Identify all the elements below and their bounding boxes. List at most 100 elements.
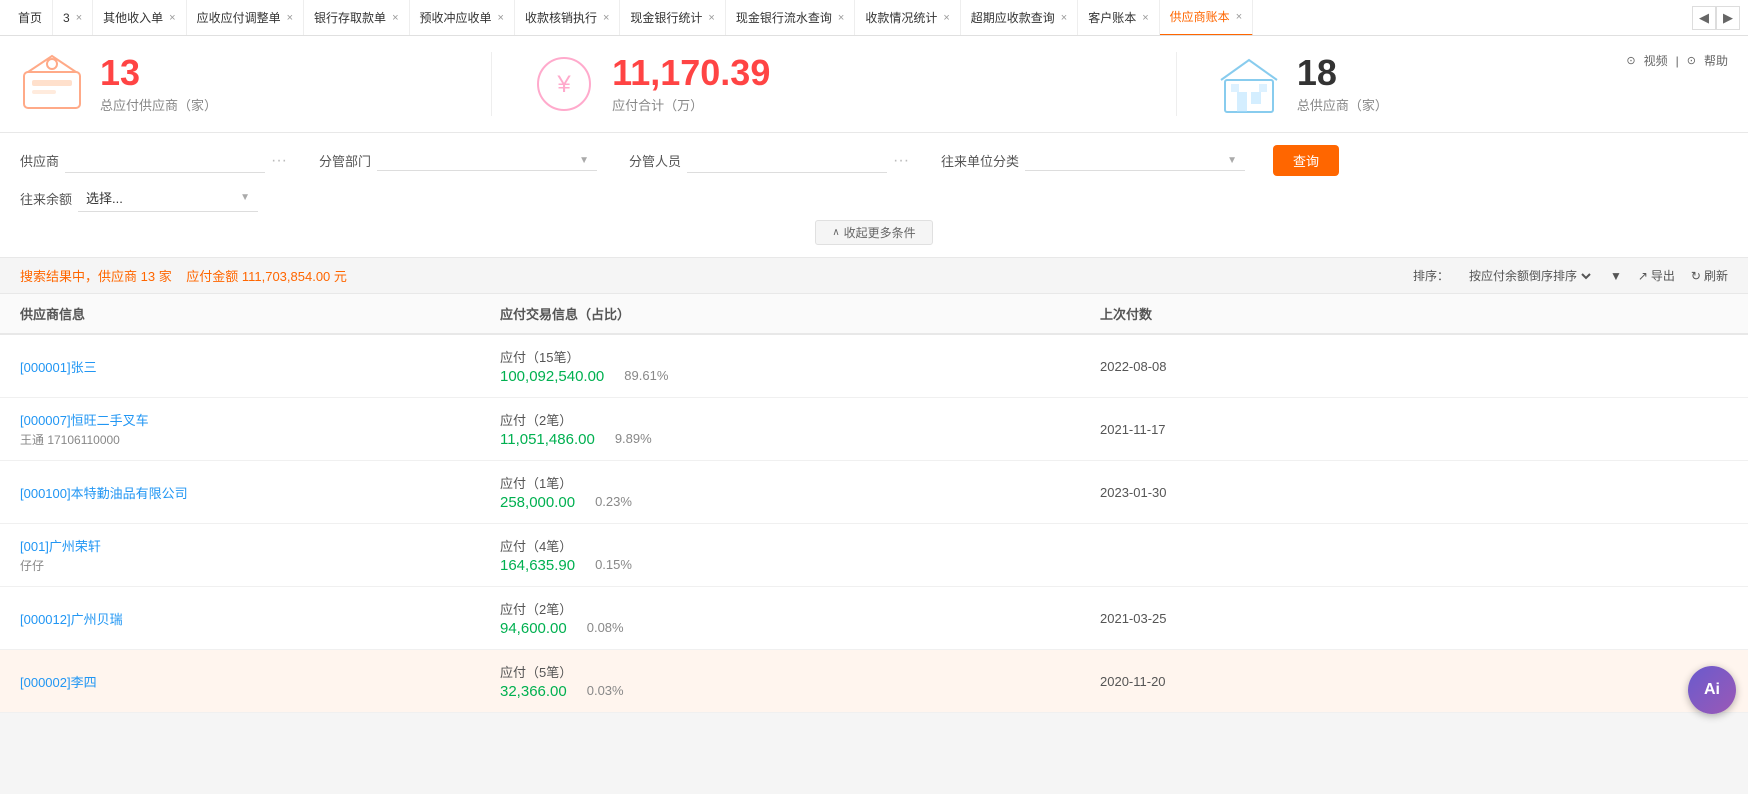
payment-date-2: 2021-11-17 <box>1100 422 1728 437</box>
stat-payable-suppliers: 13 总应付供应商（家） <box>20 52 492 116</box>
video-link[interactable]: 视频 <box>1644 52 1668 69</box>
result-bar: 搜索结果中，供应商 13 家 应付金额 111,703,854.00 元 排序：… <box>0 258 1748 294</box>
nav-cash-flow-query[interactable]: 现金银行流水查询 × <box>726 0 855 36</box>
top-right-links: ⊙ 视频 | ⊙ 帮助 <box>1626 52 1728 69</box>
nav-tab-3[interactable]: 3 × <box>53 0 93 36</box>
close-icon[interactable]: × <box>1142 12 1148 24</box>
stat-total-number: 18 <box>1297 55 1388 91</box>
supplier-ellipsis: ··· <box>271 152 287 170</box>
close-icon[interactable]: × <box>1236 11 1242 23</box>
payment-date-3: 2023-01-30 <box>1100 485 1728 500</box>
close-icon[interactable]: × <box>838 12 844 24</box>
nav-other-income[interactable]: 其他收入单 × <box>93 0 186 36</box>
nav-customer-ledger[interactable]: 客户账本 × <box>1078 0 1159 36</box>
search-button[interactable]: 查询 <box>1273 145 1339 176</box>
nav-supplier-ledger[interactable]: 供应商账本 × <box>1160 0 1253 36</box>
table-row: [000002]李四 应付（5笔） 32,366.00 0.03% 2020-1… <box>0 650 1748 713</box>
trans-label-4: 应付（4笔） <box>500 536 1060 555</box>
person-input[interactable] <box>687 149 887 173</box>
trans-row-5: 94,600.00 0.08% <box>500 618 1060 637</box>
trans-label-3: 应付（1笔） <box>500 473 1060 492</box>
supplier-label: 供应商 <box>20 151 59 170</box>
category-dropdown-icon: ▼ <box>1227 155 1237 166</box>
nav-bank-deposit[interactable]: 银行存取款单 × <box>304 0 409 36</box>
close-icon[interactable]: × <box>76 12 82 24</box>
export-label: 导出 <box>1651 267 1675 284</box>
nav-cash-bank-stats[interactable]: 现金银行统计 × <box>620 0 725 36</box>
filter-area: 供应商 ··· 分管部门 ▼ 分管人员 ··· 往来单位分类 ▼ <box>0 133 1748 258</box>
stats-area: 13 总应付供应商（家） ¥ 11,170.39 应付合计（万） <box>0 36 1748 133</box>
stat-payable-content: 13 总应付供应商（家） <box>100 55 217 114</box>
svg-text:¥: ¥ <box>556 71 571 98</box>
filter-category: 往来单位分类 ▼ <box>941 151 1245 171</box>
nav-overdue-ar[interactable]: 超期应收款查询 × <box>961 0 1078 36</box>
transaction-cell-6: 应付（5笔） 32,366.00 0.03% <box>480 650 1080 712</box>
supplier-link-2[interactable]: [000007]恒旺二手叉车 <box>20 410 460 429</box>
close-icon[interactable]: × <box>1061 12 1067 24</box>
supplier-cell-1: [000001]张三 <box>0 335 480 397</box>
stat-amount-number: 11,170.39 <box>612 55 770 91</box>
filter-person: 分管人员 ··· <box>629 149 909 173</box>
filter-balance: 往来余额 选择... ▼ <box>20 184 258 212</box>
nav-ar-ap-adjust[interactable]: 应收应付调整单 × <box>187 0 304 36</box>
nav-advance-receipt[interactable]: 预收冲应收单 × <box>410 0 515 36</box>
transaction-cell-3: 应付（1笔） 258,000.00 0.23% <box>480 461 1080 523</box>
supplier-link-4[interactable]: [001]广州荣轩 <box>20 536 460 555</box>
sort-select[interactable]: 按应付余额倒序排序 <box>1465 268 1594 284</box>
export-icon: ↗ <box>1638 269 1648 283</box>
collapse-button[interactable]: ∧ 收起更多条件 <box>815 220 932 245</box>
supplier-link-3[interactable]: [000100]本特勤油品有限公司 <box>20 483 460 502</box>
transaction-cell-1: 应付（15笔） 100,092,540.00 89.61% <box>480 335 1080 397</box>
export-button[interactable]: ↗ 导出 <box>1638 267 1675 284</box>
payment-date-6: 2020-11-20 <box>1100 674 1728 689</box>
close-icon[interactable]: × <box>498 12 504 24</box>
category-label: 往来单位分类 <box>941 151 1019 170</box>
filter-supplier: 供应商 ··· <box>20 149 287 173</box>
trans-row-3: 258,000.00 0.23% <box>500 492 1060 511</box>
filter-row-1: 供应商 ··· 分管部门 ▼ 分管人员 ··· 往来单位分类 ▼ <box>20 145 1728 176</box>
close-icon[interactable]: × <box>287 12 293 24</box>
category-select[interactable]: ▼ <box>1025 151 1245 171</box>
nav-home[interactable]: 首页 <box>8 0 53 36</box>
sort-chevron-icon: ▼ <box>1610 269 1622 283</box>
dept-label: 分管部门 <box>319 151 371 170</box>
supplier-cell-4: [001]广州荣轩 仔仔 <box>0 524 480 586</box>
close-icon[interactable]: × <box>943 12 949 24</box>
result-amount-label: 应付金额 <box>186 269 238 284</box>
collapse-icon: ∧ <box>832 227 839 238</box>
trans-row-1: 100,092,540.00 89.61% <box>500 366 1060 385</box>
close-icon[interactable]: × <box>169 12 175 24</box>
close-icon[interactable]: × <box>392 12 398 24</box>
nav-next-arrow[interactable]: ▶ <box>1716 6 1740 30</box>
payment-cell-5: 2021-03-25 <box>1080 587 1748 649</box>
payment-cell-4 <box>1080 524 1748 586</box>
ai-button[interactable]: Ai <box>1688 666 1736 714</box>
filter-dept: 分管部门 ▼ <box>319 151 597 171</box>
table-row: [000100]本特勤油品有限公司 应付（1笔） 258,000.00 0.23… <box>0 461 1748 524</box>
nav-prev-arrow[interactable]: ◀ <box>1692 6 1716 30</box>
dept-select[interactable]: ▼ <box>377 151 597 171</box>
table-header: 供应商信息 应付交易信息（占比） 上次付数 <box>0 294 1748 335</box>
nav-receipt-verify[interactable]: 收款核销执行 × <box>515 0 620 36</box>
trans-amount-6: 32,366.00 <box>500 683 567 700</box>
header-last-payment: 上次付数 <box>1100 304 1728 323</box>
stat-amount-label: 应付合计（万） <box>612 95 770 114</box>
result-amount: 111,703,854.00 <box>242 269 330 284</box>
supplier-link-6[interactable]: [000002]李四 <box>20 672 460 691</box>
balance-label: 往来余额 <box>20 189 72 208</box>
balance-select[interactable]: 选择... ▼ <box>78 184 258 212</box>
trans-percent-5: 0.08% <box>587 620 624 635</box>
trans-amount-4: 164,635.90 <box>500 557 575 574</box>
supplier-link-5[interactable]: [000012]广州贝瑞 <box>20 609 460 628</box>
close-icon[interactable]: × <box>603 12 609 24</box>
refresh-button[interactable]: ↻ 刷新 <box>1691 267 1728 284</box>
trans-percent-2: 9.89% <box>615 431 652 446</box>
supplier-input[interactable] <box>65 149 265 173</box>
nav-arrows: ◀ ▶ <box>1692 6 1740 30</box>
transaction-cell-4: 应付（4笔） 164,635.90 0.15% <box>480 524 1080 586</box>
supplier-link-1[interactable]: [000001]张三 <box>20 357 460 376</box>
balance-dropdown-icon: ▼ <box>240 192 250 203</box>
help-link[interactable]: 帮助 <box>1704 52 1728 69</box>
nav-receipt-stats[interactable]: 收款情况统计 × <box>855 0 960 36</box>
close-icon[interactable]: × <box>708 12 714 24</box>
